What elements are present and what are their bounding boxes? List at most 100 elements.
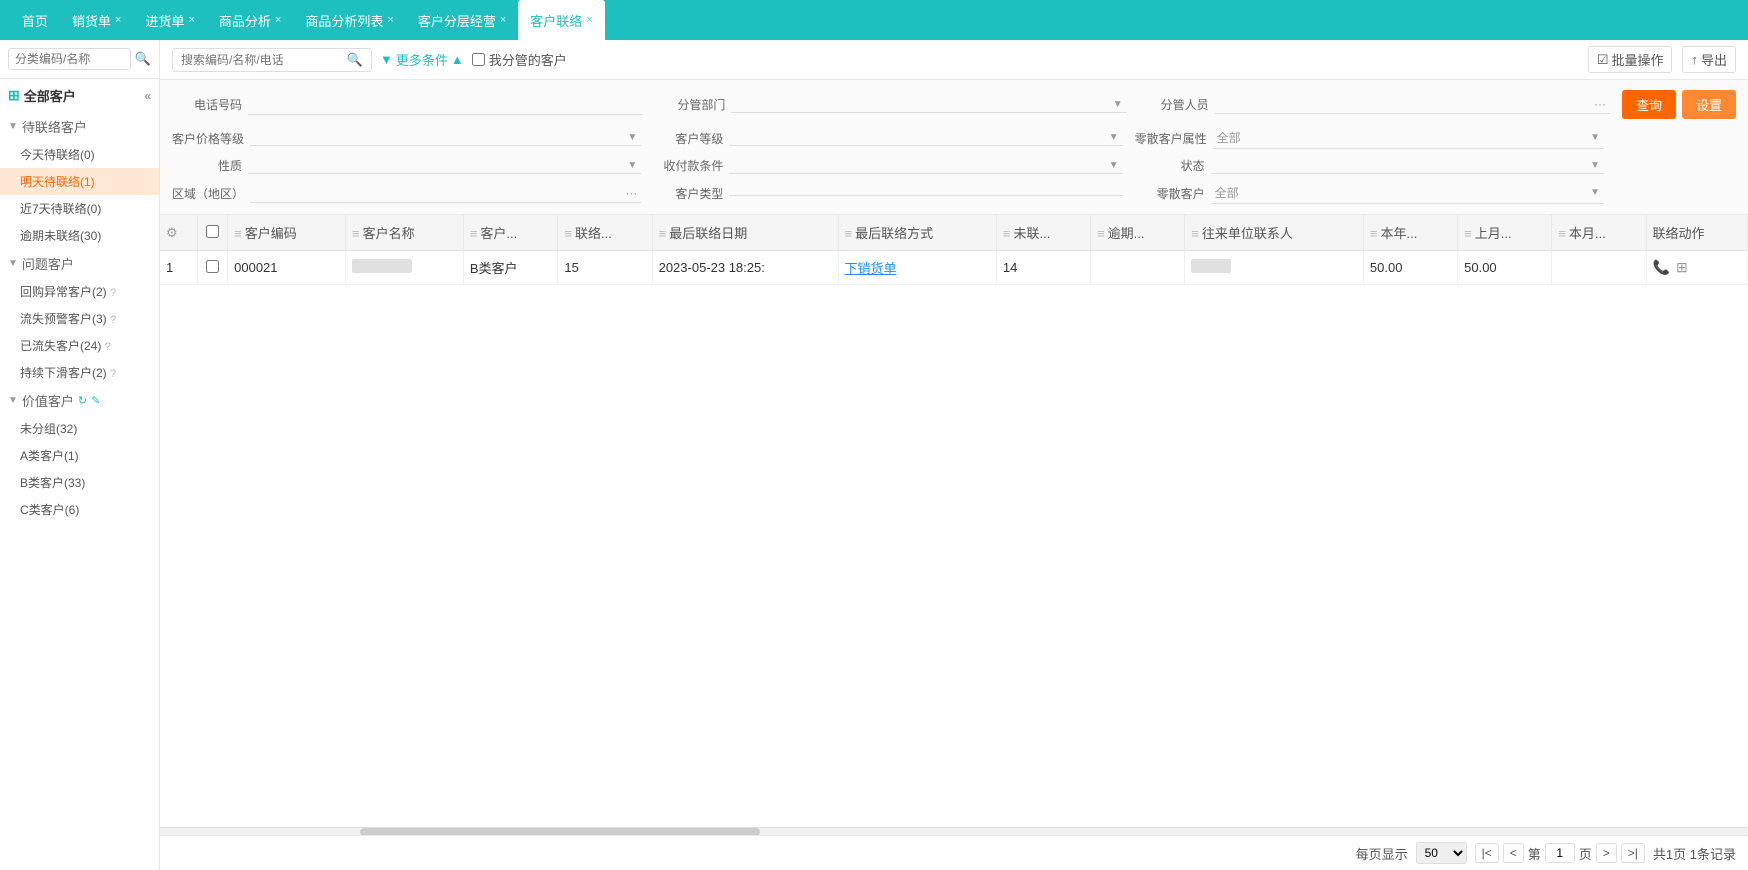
- filter-row-3: 性质 ▼ 收付款条件 ▼ 状态: [172, 157, 1736, 174]
- value-customers-title[interactable]: ▼ 价值客户 ↻ ✎: [0, 386, 159, 415]
- th-overdue[interactable]: 逾期...: [1091, 215, 1185, 251]
- churn-warning-item[interactable]: 流失预警客户(3) ?: [0, 305, 159, 332]
- nature-label: 性质: [172, 157, 242, 174]
- chevron-down-icon5: ▼: [627, 160, 637, 171]
- nav-home[interactable]: 首页: [10, 0, 60, 40]
- nav-purchase-order[interactable]: 进货单 ×: [133, 0, 206, 40]
- phone-filter: 电话号码: [172, 94, 643, 115]
- sidebar-search-input[interactable]: [8, 48, 131, 70]
- close-purchase-order-icon[interactable]: ×: [188, 14, 194, 26]
- retail-attr-select[interactable]: 全部 ▼: [1213, 127, 1604, 149]
- filter-panel: 电话号码 分管部门 ▼ 分管人员 ···: [160, 80, 1748, 215]
- arrow-down-icon3: ▼: [8, 395, 18, 406]
- filter-row-4: 区域（地区） ··· 客户类型 零散客户 全部 ▼: [172, 182, 1736, 204]
- customer-grade-select[interactable]: ▼: [729, 130, 1122, 146]
- close-sales-order-icon[interactable]: ×: [115, 14, 121, 26]
- tomorrow-pending-item[interactable]: 明天待联络(1): [0, 168, 159, 195]
- th-last-contact-date[interactable]: 最后联络日期: [652, 215, 838, 251]
- more-filter-btn[interactable]: ▼ 更多条件 ▲: [380, 50, 464, 69]
- total-records: 共1页 1条记录: [1653, 844, 1736, 863]
- week-pending-item[interactable]: 近7天待联络(0): [0, 195, 159, 222]
- problem-customers-title[interactable]: ▼ 问题客户: [0, 249, 159, 278]
- chevron-up-icon: ▲: [451, 52, 464, 67]
- my-customers-toggle[interactable]: 我分管的客户: [472, 50, 567, 69]
- close-customer-contact-icon[interactable]: ×: [586, 14, 592, 26]
- horizontal-scrollbar[interactable]: [160, 827, 1748, 835]
- cell-action: 📞 ⊞: [1646, 251, 1747, 285]
- th-customer-name[interactable]: 客户名称: [345, 215, 463, 251]
- c-class-item[interactable]: C类客户(6): [0, 496, 159, 523]
- cell-overdue: [1091, 251, 1185, 285]
- nav-customer-contact[interactable]: 客户联络 ×: [518, 0, 604, 40]
- next-page-btn[interactable]: >: [1596, 843, 1617, 863]
- last-contact-link[interactable]: 下销货单: [845, 261, 897, 276]
- dept-select[interactable]: ▼: [731, 97, 1126, 113]
- retail-attr-label: 零散客户属性: [1135, 130, 1207, 147]
- retail-select[interactable]: 全部 ▼: [1211, 182, 1604, 204]
- phone-action-icon[interactable]: 📞: [1653, 259, 1670, 276]
- status-select[interactable]: ▼: [1211, 158, 1604, 174]
- batch-operation-btn[interactable]: ☑ 批量操作: [1588, 46, 1673, 73]
- select-all-checkbox[interactable]: [206, 225, 219, 238]
- setting-button[interactable]: 设置: [1682, 90, 1736, 119]
- phone-input[interactable]: [248, 94, 643, 115]
- customer-type-label: 客户类型: [653, 185, 723, 202]
- ungrouped-item[interactable]: 未分组(32): [0, 415, 159, 442]
- my-customers-checkbox[interactable]: [472, 53, 485, 66]
- nav-customer-tier[interactable]: 客户分层经营 ×: [406, 0, 518, 40]
- grid-action-icon[interactable]: ⊞: [1676, 259, 1688, 276]
- a-class-item[interactable]: A类客户(1): [0, 442, 159, 469]
- close-product-analysis-icon[interactable]: ×: [275, 14, 281, 26]
- th-this-year[interactable]: 本年...: [1363, 215, 1457, 251]
- search-input[interactable]: [181, 53, 347, 67]
- customer-type-select[interactable]: [729, 191, 1122, 196]
- search-icon[interactable]: 🔍: [347, 52, 363, 68]
- th-contacts[interactable]: 往来单位联系人: [1185, 215, 1364, 251]
- overdue-contact-item[interactable]: 逾期未联络(30): [0, 222, 159, 249]
- first-page-btn[interactable]: |<: [1475, 843, 1499, 863]
- nav-product-analysis[interactable]: 商品分析 ×: [207, 0, 293, 40]
- th-this-month[interactable]: 本月...: [1552, 215, 1646, 251]
- page-number-input[interactable]: [1545, 843, 1575, 863]
- nav-sales-order[interactable]: 销货单 ×: [60, 0, 133, 40]
- th-last-contact-method[interactable]: 最后联络方式: [838, 215, 996, 251]
- all-customers-header[interactable]: ⊞ 全部客户 «: [0, 79, 159, 112]
- close-product-analysis-list-icon[interactable]: ×: [387, 14, 393, 26]
- collapse-icon[interactable]: «: [144, 89, 151, 103]
- per-page-select[interactable]: 50 100 200: [1416, 842, 1467, 864]
- person-select[interactable]: ···: [1215, 95, 1610, 114]
- churned-item[interactable]: 已流失客户(24) ?: [0, 332, 159, 359]
- close-customer-tier-icon[interactable]: ×: [500, 14, 506, 26]
- edit-value-icon[interactable]: ✎: [91, 394, 100, 407]
- prev-page-btn[interactable]: <: [1503, 843, 1524, 863]
- chevron-down-icon7: ▼: [1590, 160, 1600, 171]
- th-not-contacted[interactable]: 未联...: [996, 215, 1090, 251]
- sidebar: 🔍 ⊞ 全部客户 « ▼ 待联络客户 今天待联络(0) 明天待联络(1) 近7天…: [0, 40, 160, 870]
- refresh-icon[interactable]: ↻: [78, 394, 87, 407]
- row-checkbox[interactable]: [206, 260, 219, 273]
- th-last-month[interactable]: 上月...: [1458, 215, 1552, 251]
- retail-filter: 零散客户 全部 ▼: [1135, 182, 1604, 204]
- region-select[interactable]: ···: [250, 184, 641, 203]
- sidebar-search-icon[interactable]: 🔍: [135, 51, 151, 67]
- cell-this-year: 50.00: [1363, 251, 1457, 285]
- query-button[interactable]: 查询: [1622, 90, 1676, 119]
- th-customer-type[interactable]: 客户...: [463, 215, 558, 251]
- table-row: 1 000021 B类客户 15 2023-05-23 18:25: 下销货单: [160, 251, 1748, 285]
- b-class-item[interactable]: B类客户(33): [0, 469, 159, 496]
- repurchase-anomaly-item[interactable]: 回购异常客户(2) ?: [0, 278, 159, 305]
- last-page-btn[interactable]: >|: [1621, 843, 1645, 863]
- pending-contact-title[interactable]: ▼ 待联络客户: [0, 112, 159, 141]
- export-btn[interactable]: ↑ 导出: [1682, 46, 1736, 73]
- action-icons: 📞 ⊞: [1653, 259, 1741, 276]
- today-pending-item[interactable]: 今天待联络(0): [0, 141, 159, 168]
- th-customer-code[interactable]: 客户编码: [228, 215, 346, 251]
- payment-select[interactable]: ▼: [729, 158, 1122, 174]
- gear-icon[interactable]: ⚙: [166, 225, 178, 240]
- nature-select[interactable]: ▼: [248, 158, 641, 174]
- cell-not-contacted: 14: [996, 251, 1090, 285]
- th-contact[interactable]: 联络...: [558, 215, 652, 251]
- price-grade-select[interactable]: ▼: [250, 130, 641, 146]
- declining-item[interactable]: 持续下滑客户(2) ?: [0, 359, 159, 386]
- nav-product-analysis-list[interactable]: 商品分析列表 ×: [293, 0, 405, 40]
